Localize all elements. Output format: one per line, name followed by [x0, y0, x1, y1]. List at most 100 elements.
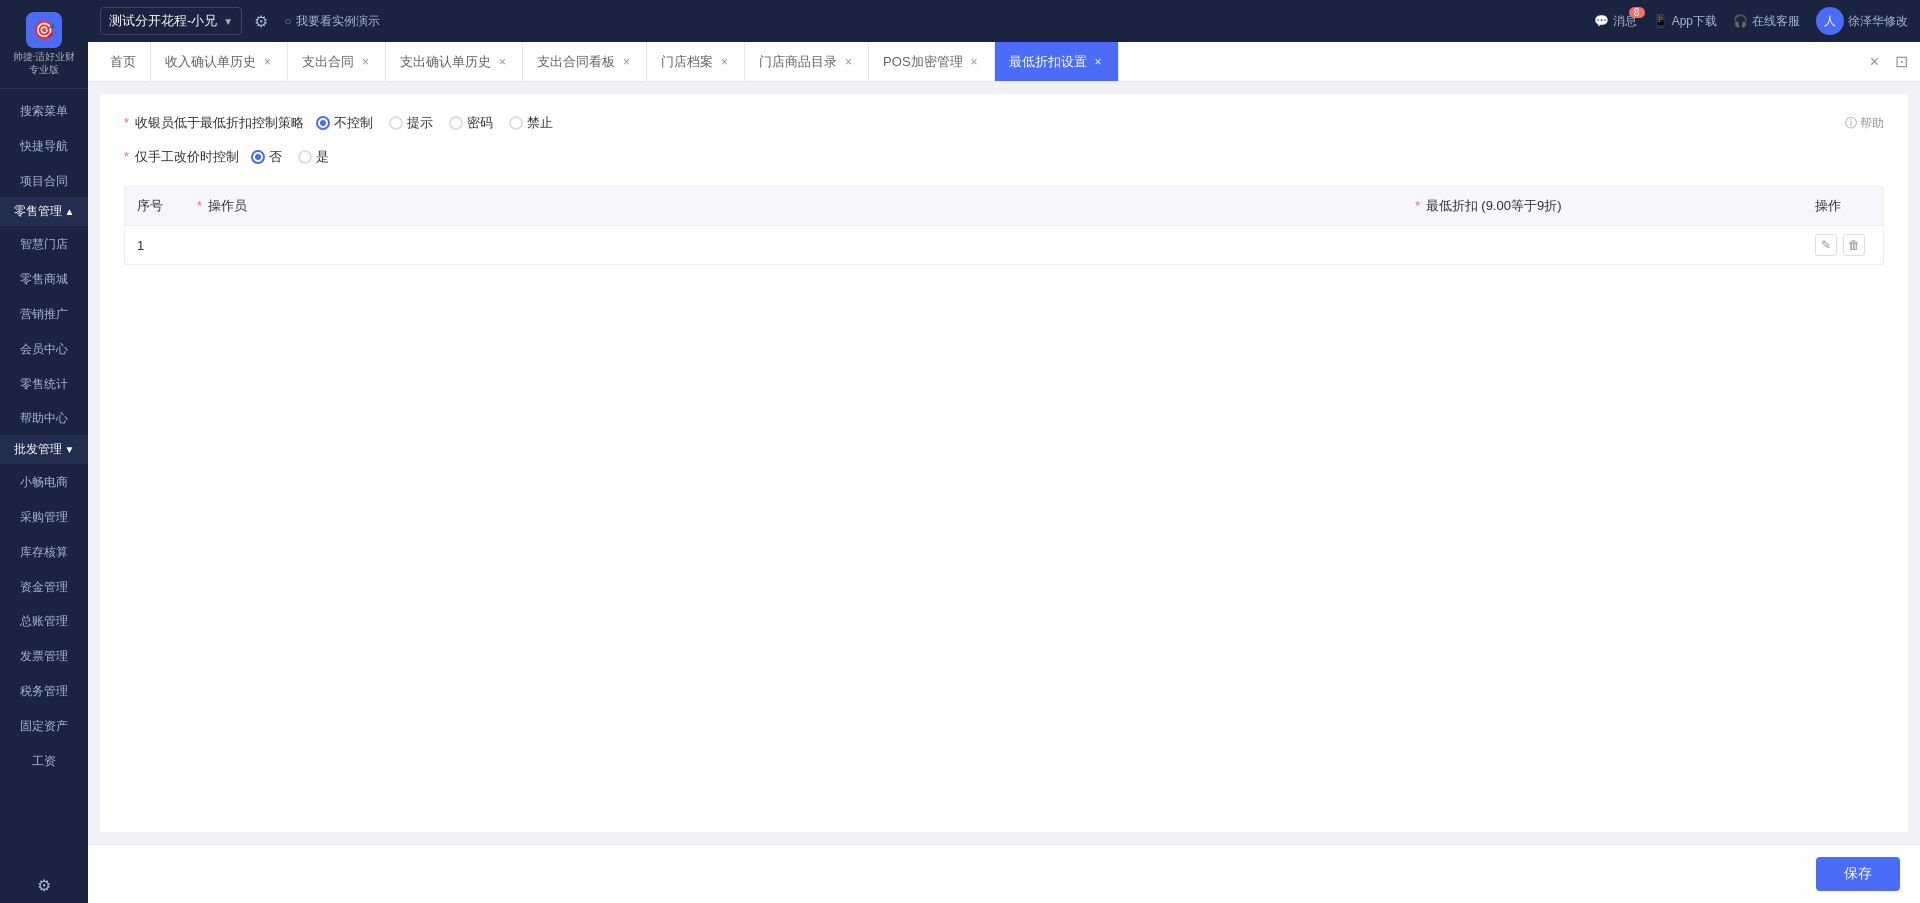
tab-income-confirm[interactable]: 收入确认单历史 ×	[151, 42, 288, 82]
tab-payment-contract[interactable]: 支出合同 ×	[288, 42, 386, 82]
tabbar: 首页 收入确认单历史 × 支出合同 × 支出确认单历史 × 支出合同看板 × 门…	[88, 42, 1920, 82]
delete-row-button[interactable]: 🗑	[1843, 234, 1865, 256]
sidebar-item-tax[interactable]: 税务管理	[0, 673, 88, 708]
radio-hint[interactable]: 提示	[389, 114, 433, 132]
sidebar-item-smart-store[interactable]: 智慧门店	[0, 226, 88, 261]
sidebar-item-ecommerce[interactable]: 小畅电商	[0, 464, 88, 499]
sidebar-item-marketing[interactable]: 营销推广	[0, 296, 88, 331]
radio-circle-forbid	[509, 116, 523, 130]
sidebar-item-search[interactable]: 搜索菜单	[0, 93, 88, 128]
sidebar-item-invoice[interactable]: 发票管理	[0, 638, 88, 673]
radio-forbid[interactable]: 禁止	[509, 114, 553, 132]
tab-close-store-product[interactable]: ×	[843, 55, 854, 69]
cell-operator	[185, 226, 1403, 265]
logo-icon: 🎯	[26, 12, 62, 48]
headset-icon: 🎧	[1733, 14, 1748, 28]
sidebar-item-ledger[interactable]: 总账管理	[0, 603, 88, 638]
help-link[interactable]: ⓘ 帮助	[1845, 115, 1884, 132]
manual-price-radio-group: 否 是	[251, 148, 329, 166]
discount-table-wrapper: 序号 * 操作员 * 最低折扣 (9.00等于9折) 操作	[124, 186, 1884, 265]
tab-pos-password[interactable]: POS加密管理 ×	[869, 42, 994, 82]
tabbar-actions: × ⊡	[1858, 48, 1912, 75]
settings-gear-icon[interactable]: ⚙	[250, 8, 272, 35]
sidebar-item-wholesale[interactable]: 批发管理 ▼	[0, 435, 88, 464]
radio-circle-no-control	[316, 116, 330, 130]
content-card: * 收银员低于最低折扣控制策略 不控制 提示	[100, 94, 1908, 832]
project-name: 测试分开花程-小兄	[109, 12, 217, 30]
tab-close-min-discount[interactable]: ×	[1093, 55, 1104, 69]
cell-action: ✎ 🗑	[1803, 226, 1883, 265]
sidebar-item-purchase[interactable]: 采购管理	[0, 499, 88, 534]
cell-discount	[1403, 226, 1803, 265]
radio-circle-password	[449, 116, 463, 130]
logo-text: 帅捷·适好业财 专业版	[13, 50, 76, 76]
tab-store-product[interactable]: 门店商品目录 ×	[745, 42, 869, 82]
th-discount: * 最低折扣 (9.00等于9折)	[1403, 187, 1803, 226]
tab-close-payment-board[interactable]: ×	[621, 55, 632, 69]
discount-policy-label: * 收银员低于最低折扣控制策略	[124, 114, 304, 132]
tab-close-income-confirm[interactable]: ×	[262, 55, 273, 69]
radio-no-control[interactable]: 不控制	[316, 114, 373, 132]
form-section: * 收银员低于最低折扣控制策略 不控制 提示	[124, 114, 1884, 166]
tab-payment-confirm[interactable]: 支出确认单历史 ×	[386, 42, 523, 82]
tab-close-pos-password[interactable]: ×	[969, 55, 980, 69]
sidebar-item-finance[interactable]: 资金管理	[0, 569, 88, 604]
tab-close-payment-confirm[interactable]: ×	[497, 55, 508, 69]
radio-manual-no[interactable]: 否	[251, 148, 282, 166]
demo-link[interactable]: ○ 我要看实例演示	[284, 13, 379, 30]
chevron-down-icon: ▼	[65, 444, 75, 455]
edit-row-button[interactable]: ✎	[1815, 234, 1837, 256]
chevron-up-icon: ▲	[65, 206, 75, 217]
main-area: 测试分开花程-小兄 ▼ ⚙ ○ 我要看实例演示 💬 消息 8 📱 App下载 🎧…	[88, 0, 1920, 903]
th-operator: * 操作员	[185, 187, 1403, 226]
chevron-down-icon: ▼	[223, 16, 233, 27]
customer-service-button[interactable]: 🎧 在线客服	[1733, 13, 1800, 30]
sidebar-item-inventory[interactable]: 库存核算	[0, 534, 88, 569]
discount-table: 序号 * 操作员 * 最低折扣 (9.00等于9折) 操作	[125, 187, 1883, 264]
th-action: 操作	[1803, 187, 1883, 226]
sidebar-item-assets[interactable]: 固定资产	[0, 708, 88, 743]
topbar-right: 💬 消息 8 📱 App下载 🎧 在线客服 人 徐泽华修改	[1594, 7, 1908, 35]
manual-price-row: * 仅手工改价时控制 否 是	[124, 148, 1884, 166]
sidebar-item-retail-mall[interactable]: 零售商城	[0, 261, 88, 296]
sidebar: 🎯 帅捷·适好业财 专业版 搜索菜单 快捷导航 项目合同 零售管理 ▲ 智慧门店…	[0, 0, 88, 903]
close-tab-button[interactable]: ×	[1866, 49, 1883, 75]
avatar: 人	[1816, 7, 1844, 35]
expand-tab-button[interactable]: ⊡	[1891, 48, 1912, 75]
sidebar-item-shortcut[interactable]: 快捷导航	[0, 128, 88, 163]
sidebar-item-help[interactable]: 帮助中心	[0, 400, 88, 435]
manual-price-label: * 仅手工改价时控制	[124, 148, 239, 166]
discount-policy-row: * 收银员低于最低折扣控制策略 不控制 提示	[124, 114, 1884, 132]
radio-circle-manual-yes	[298, 150, 312, 164]
message-badge: 8	[1629, 7, 1645, 18]
tab-close-payment-contract[interactable]: ×	[360, 55, 371, 69]
sidebar-item-retail-stat[interactable]: 零售统计	[0, 366, 88, 401]
user-profile-button[interactable]: 人 徐泽华修改	[1816, 7, 1908, 35]
sidebar-item-retail[interactable]: 零售管理 ▲	[0, 197, 88, 226]
tab-payment-board[interactable]: 支出合同看板 ×	[523, 42, 647, 82]
sidebar-settings-button[interactable]: ⚙	[0, 868, 88, 903]
app-icon: 📱	[1653, 14, 1668, 28]
project-selector[interactable]: 测试分开花程-小兄 ▼	[100, 7, 242, 35]
tab-close-store-file[interactable]: ×	[719, 55, 730, 69]
radio-manual-yes[interactable]: 是	[298, 148, 329, 166]
app-download-button[interactable]: 📱 App下载	[1653, 13, 1717, 30]
save-button[interactable]: 保存	[1816, 857, 1900, 891]
radio-password[interactable]: 密码	[449, 114, 493, 132]
sidebar-item-salary[interactable]: 工资	[0, 743, 88, 778]
sidebar-logo: 🎯 帅捷·适好业财 专业版	[0, 0, 88, 89]
content-area: * 收银员低于最低折扣控制策略 不控制 提示	[88, 82, 1920, 844]
question-circle-icon: ⓘ	[1845, 115, 1857, 132]
th-seq: 序号	[125, 187, 185, 226]
radio-circle-hint	[389, 116, 403, 130]
sidebar-item-member[interactable]: 会员中心	[0, 331, 88, 366]
tab-store-file[interactable]: 门店档案 ×	[647, 42, 745, 82]
topbar: 测试分开花程-小兄 ▼ ⚙ ○ 我要看实例演示 💬 消息 8 📱 App下载 🎧…	[88, 0, 1920, 42]
message-icon: 💬	[1594, 14, 1609, 28]
message-button[interactable]: 💬 消息 8	[1594, 13, 1637, 30]
discount-policy-radio-group: 不控制 提示 密码 禁止	[316, 114, 553, 132]
sidebar-item-project[interactable]: 项目合同	[0, 163, 88, 198]
tab-min-discount[interactable]: 最低折扣设置 ×	[995, 42, 1119, 82]
tab-home[interactable]: 首页	[96, 42, 151, 82]
discount-table-container: 序号 * 操作员 * 最低折扣 (9.00等于9折) 操作	[124, 186, 1884, 265]
